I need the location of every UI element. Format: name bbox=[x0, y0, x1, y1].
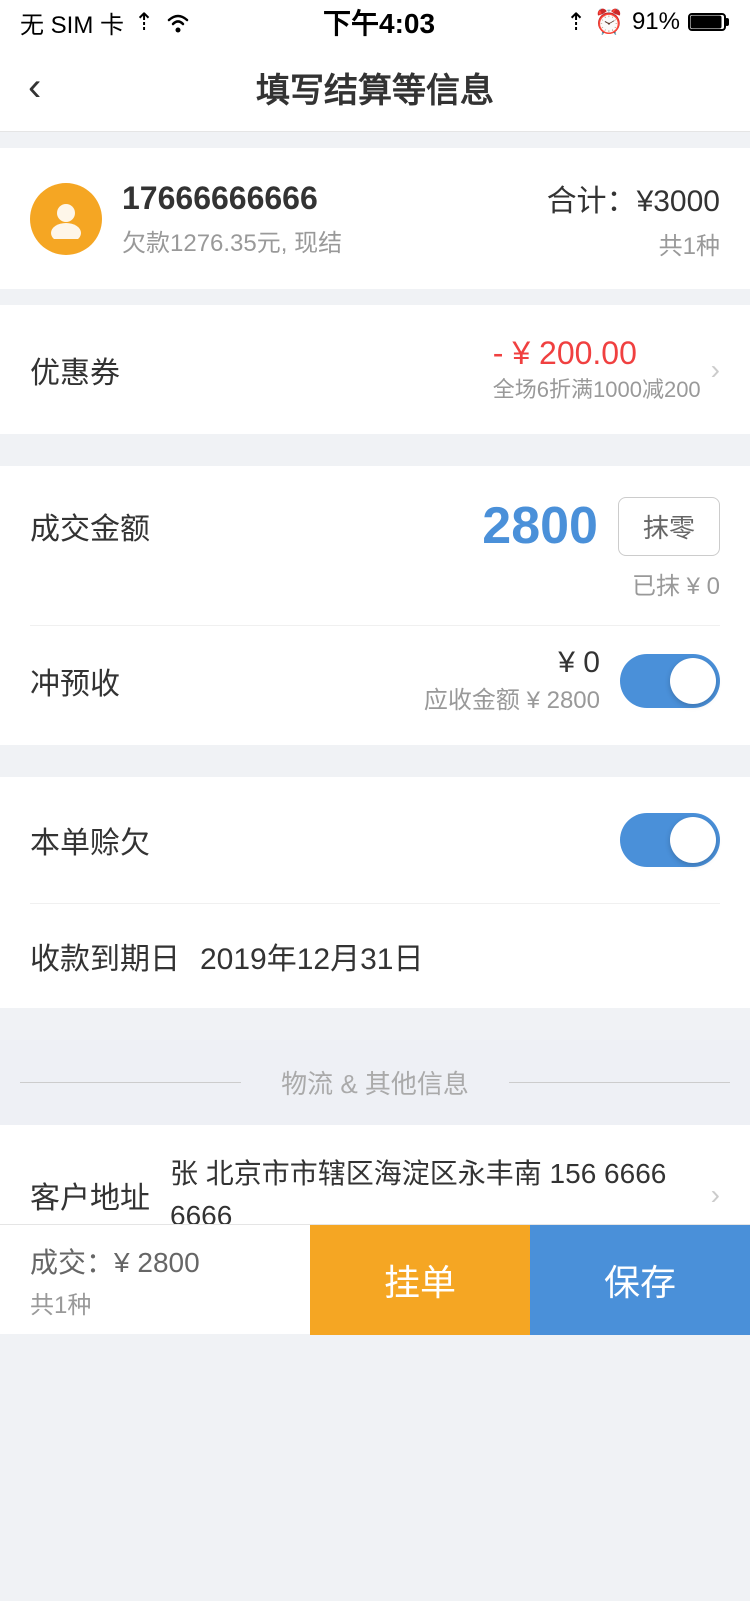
bill-debt-toggle[interactable] bbox=[620, 813, 720, 867]
section-divider-text: 物流 & 其他信息 bbox=[261, 1064, 489, 1101]
customer-phone: 17666666666 bbox=[122, 180, 342, 217]
customer-total: 合计：¥3000 bbox=[547, 176, 720, 220]
bottom-amount-value: ¥ 2800 bbox=[114, 1247, 200, 1278]
address-label: 客户地址 bbox=[30, 1173, 150, 1217]
advance-right: ¥ 0 应收金额 ¥ 2800 bbox=[424, 646, 720, 715]
customer-card: 17666666666 欠款1276.35元, 现结 合计：¥3000 共1种 bbox=[0, 148, 750, 289]
status-right: ⇡ ⏰ 91% bbox=[566, 8, 730, 37]
transaction-right: 2800 抹零 bbox=[482, 496, 720, 556]
status-left: 无 SIM 卡 ⇡ bbox=[20, 5, 192, 40]
hang-button[interactable]: 挂单 bbox=[310, 1225, 530, 1335]
bottom-bar: 成交：¥ 2800 共1种 挂单 保存 bbox=[0, 1224, 750, 1334]
gap-3 bbox=[0, 1024, 750, 1040]
wifi-signal-icon bbox=[164, 11, 192, 33]
sim-status: 无 SIM 卡 bbox=[20, 5, 124, 40]
customer-total-area: 合计：¥3000 共1种 bbox=[547, 176, 720, 261]
bill-label: 本单赊欠 bbox=[30, 818, 150, 862]
bottom-summary: 成交：¥ 2800 共1种 bbox=[0, 1239, 310, 1320]
divider-line-right bbox=[509, 1082, 730, 1083]
coupon-row[interactable]: 优惠券 - ¥ 200.00 全场6折满1000减200 › bbox=[0, 305, 750, 434]
advance-amount-col: ¥ 0 应收金额 ¥ 2800 bbox=[424, 646, 600, 715]
gap-2 bbox=[0, 761, 750, 777]
advance-amount: ¥ 0 bbox=[424, 646, 600, 680]
advance-row: 冲预收 ¥ 0 应收金额 ¥ 2800 bbox=[0, 626, 750, 745]
advance-label: 冲预收 bbox=[30, 659, 120, 703]
location-icon: ⇡ bbox=[566, 8, 586, 37]
battery-percent: 91% bbox=[632, 8, 680, 36]
customer-count: 共1种 bbox=[547, 226, 720, 261]
bill-row: 本单赊欠 bbox=[0, 777, 750, 903]
page-title: 填写结算等信息 bbox=[256, 63, 494, 112]
duedate-value: 2019年12月31日 bbox=[200, 934, 423, 978]
gap-1 bbox=[0, 450, 750, 466]
customer-left: 17666666666 欠款1276.35元, 现结 bbox=[30, 180, 342, 258]
round-button[interactable]: 抹零 bbox=[618, 497, 720, 556]
transaction-sub: 已抹 ¥ 0 bbox=[0, 566, 750, 625]
status-bar: 无 SIM 卡 ⇡ 下午4:03 ⇡ ⏰ 91% bbox=[0, 0, 750, 44]
bottom-summary-amount: 成交：¥ 2800 bbox=[30, 1239, 310, 1281]
coupon-right: - ¥ 200.00 全场6折满1000减200 › bbox=[493, 335, 720, 404]
back-button[interactable]: ‹ bbox=[28, 65, 41, 110]
coupon-desc: 全场6折满1000减200 bbox=[493, 372, 701, 404]
transaction-label: 成交金额 bbox=[30, 504, 150, 548]
coupon-label: 优惠券 bbox=[30, 348, 120, 392]
customer-info: 17666666666 欠款1276.35元, 现结 bbox=[122, 180, 342, 258]
bill-debt-card: 本单赊欠 收款到期日 2019年12月31日 bbox=[0, 777, 750, 1008]
duedate-row: 收款到期日 2019年12月31日 bbox=[0, 904, 750, 1008]
status-time: 下午4:03 bbox=[323, 2, 435, 42]
transaction-row: 成交金额 2800 抹零 bbox=[0, 466, 750, 566]
bottom-summary-count: 共1种 bbox=[30, 1285, 310, 1320]
divider-line-left bbox=[20, 1082, 241, 1083]
avatar bbox=[30, 183, 102, 255]
battery-icon bbox=[688, 11, 730, 33]
duedate-label: 收款到期日 bbox=[30, 934, 180, 978]
wifi-icon: ⇡ bbox=[134, 8, 154, 37]
total-label: 合计： bbox=[547, 185, 637, 218]
save-button[interactable]: 保存 bbox=[530, 1225, 750, 1335]
coupon-chevron-icon: › bbox=[711, 354, 720, 386]
bottom-summary-label: 成交： bbox=[30, 1247, 114, 1278]
coupon-amount: - ¥ 200.00 bbox=[493, 335, 701, 372]
advance-toggle[interactable] bbox=[620, 654, 720, 708]
nav-bar: ‹ 填写结算等信息 bbox=[0, 44, 750, 132]
section-divider: 物流 & 其他信息 bbox=[0, 1040, 750, 1125]
transaction-amount: 2800 bbox=[482, 496, 598, 556]
coupon-card[interactable]: 优惠券 - ¥ 200.00 全场6折满1000减200 › bbox=[0, 305, 750, 434]
advance-sub: 应收金额 ¥ 2800 bbox=[424, 680, 600, 715]
alarm-icon: ⏰ bbox=[594, 8, 624, 37]
customer-row: 17666666666 欠款1276.35元, 现结 合计：¥3000 共1种 bbox=[0, 148, 750, 289]
customer-debt: 欠款1276.35元, 现结 bbox=[122, 223, 342, 258]
transaction-section: 成交金额 2800 抹零 已抹 ¥ 0 冲预收 ¥ 0 应收金额 ¥ 2800 bbox=[0, 466, 750, 745]
total-amount: ¥3000 bbox=[637, 185, 720, 218]
address-chevron-icon: › bbox=[711, 1179, 720, 1211]
